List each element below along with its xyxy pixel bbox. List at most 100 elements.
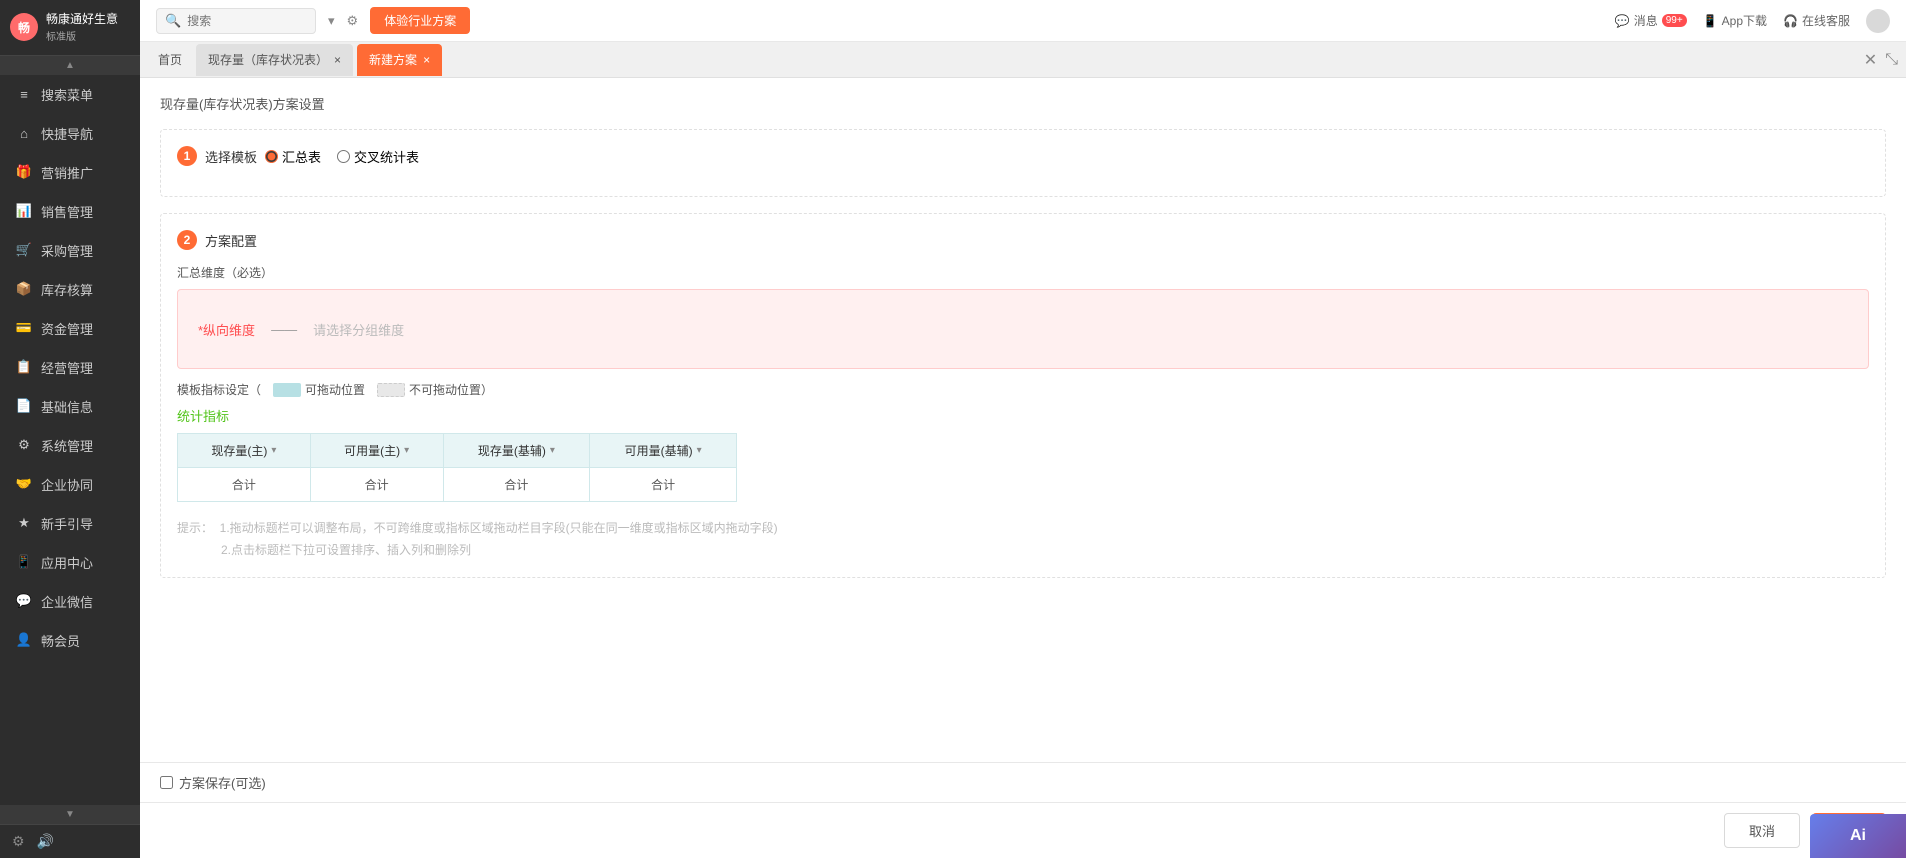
sidebar-item-newbie[interactable]: ★ 新手引导 — [0, 504, 140, 543]
star-icon: ★ — [15, 514, 33, 532]
save-checkbox-input[interactable] — [160, 776, 173, 789]
message-button[interactable]: 💬 消息 99+ — [1615, 12, 1687, 29]
sidebar-item-basic-info[interactable]: 📄 基础信息 — [0, 387, 140, 426]
sidebar-item-member[interactable]: 👤 畅会员 — [0, 621, 140, 660]
page-title: 现存量(库存状况表)方案设置 — [160, 94, 1886, 113]
draggable-color-swatch — [273, 383, 301, 397]
tab-home[interactable]: 首页 — [148, 44, 192, 76]
section2-num: 2 — [177, 230, 197, 250]
sidebar-item-label: 应用中心 — [41, 553, 93, 572]
sidebar-item-label: 企业微信 — [41, 592, 93, 611]
sidebar-scroll-up[interactable]: ▲ — [0, 56, 140, 75]
col-2-label: 可用量(主) — [344, 442, 400, 459]
sidebar-scroll-down[interactable]: ▼ — [0, 805, 140, 824]
speaker-icon[interactable]: 🔊 — [37, 833, 54, 850]
dropdown-icon[interactable]: ▾ — [328, 13, 335, 29]
cell-1-3: 合计 — [443, 468, 590, 502]
col-2-chevron[interactable]: ▾ — [404, 445, 409, 456]
sidebar-item-system[interactable]: ⚙ 系统管理 — [0, 426, 140, 465]
settings-icon[interactable]: ⚙ — [347, 13, 359, 29]
radio-cross-label: 交叉统计表 — [354, 147, 419, 166]
indicator-setting-label: 模板指标设定（ — [177, 381, 261, 398]
section1-title: 选择模板 — [205, 147, 257, 166]
save-option-label: 方案保存(可选) — [179, 773, 266, 792]
online-service-button[interactable]: 🎧 在线客服 — [1783, 12, 1850, 29]
sidebar-item-business[interactable]: 📋 经营管理 — [0, 348, 140, 387]
draggable-label: 可拖动位置 — [305, 381, 365, 398]
sidebar-item-search-menu[interactable]: ≡ 搜索菜单 — [0, 75, 140, 114]
section1-header: 1 选择模板 汇总表 交叉统计表 — [177, 146, 1869, 166]
radio-summary-input[interactable] — [265, 150, 278, 163]
non-draggable-label: 不可拖动位置） — [409, 381, 493, 398]
draggable-badge: 可拖动位置 — [273, 381, 365, 398]
radio-summary[interactable]: 汇总表 — [265, 147, 321, 166]
app-badge: 标准版 — [46, 28, 118, 43]
sidebar-item-label: 营销推广 — [41, 163, 93, 182]
col-1-chevron[interactable]: ▾ — [271, 445, 276, 456]
tab-new-plan-close-icon[interactable]: × — [423, 53, 430, 67]
non-draggable-color-swatch — [377, 383, 405, 397]
tab-new-plan[interactable]: 新建方案 × — [357, 44, 442, 76]
avatar[interactable] — [1866, 9, 1890, 33]
settings-footer-icon[interactable]: ⚙ — [12, 833, 25, 850]
sidebar-item-sales[interactable]: 📊 销售管理 — [0, 192, 140, 231]
app-download-button[interactable]: 📱 App下载 — [1703, 12, 1767, 29]
sidebar-item-label: 搜索菜单 — [41, 85, 93, 104]
close-tab-button[interactable]: ✕ — [1864, 50, 1877, 70]
dim-area[interactable]: *纵向维度 —— 请选择分组维度 — [177, 289, 1869, 369]
cancel-button[interactable]: 取消 — [1724, 813, 1800, 848]
sidebar-item-app-center[interactable]: 📱 应用中心 — [0, 543, 140, 582]
card-icon: 💳 — [15, 319, 33, 337]
message-icon: 💬 — [1615, 14, 1630, 28]
chat-icon: 💬 — [15, 592, 33, 610]
ai-fab-label: Ai — [1850, 827, 1866, 845]
stats-table: 现存量(主) ▾ 可用量(主) ▾ 现存量(基辅 — [177, 433, 737, 502]
sidebar: 畅 畅康通好生意 标准版 ▲ ≡ 搜索菜单 ⌂ 快捷导航 🎁 营销推广 📊 销售… — [0, 0, 140, 858]
col-3-chevron[interactable]: ▾ — [550, 445, 555, 456]
search-box[interactable]: 🔍 — [156, 8, 316, 34]
search-input[interactable] — [187, 14, 307, 28]
template-radio-group: 汇总表 交叉统计表 — [265, 147, 419, 166]
gift-icon: 🎁 — [15, 163, 33, 181]
radio-cross[interactable]: 交叉统计表 — [337, 147, 419, 166]
col-header-3[interactable]: 现存量(基辅) ▾ — [443, 434, 590, 468]
save-option-checkbox[interactable]: 方案保存(可选) — [160, 773, 266, 792]
app-download-label: App下载 — [1722, 12, 1767, 29]
col-4-chevron[interactable]: ▾ — [697, 445, 702, 456]
col-header-4[interactable]: 可用量(基辅) ▾ — [590, 434, 737, 468]
sidebar-item-label: 经营管理 — [41, 358, 93, 377]
home-icon: ⌂ — [15, 124, 33, 142]
online-service-label: 在线客服 — [1802, 12, 1850, 29]
section-config: 2 方案配置 汇总维度（必选） *纵向维度 —— 请选择分组维度 模板指标设定（… — [160, 213, 1886, 578]
ai-fab-button[interactable]: Ai — [1810, 814, 1906, 858]
sidebar-item-label: 系统管理 — [41, 436, 93, 455]
sidebar-item-enterprise[interactable]: 🤝 企业协同 — [0, 465, 140, 504]
col-header-1[interactable]: 现存量(主) ▾ — [178, 434, 311, 468]
tab-new-plan-label: 新建方案 — [369, 51, 417, 68]
tab-inventory-close-icon[interactable]: × — [334, 53, 341, 67]
sidebar-item-finance[interactable]: 💳 资金管理 — [0, 309, 140, 348]
sidebar-item-wechat[interactable]: 💬 企业微信 — [0, 582, 140, 621]
chart-icon: 📊 — [15, 202, 33, 220]
tab-inventory-status[interactable]: 现存量（库存状况表） × — [196, 44, 353, 76]
sidebar-item-quick-nav[interactable]: ⌂ 快捷导航 — [0, 114, 140, 153]
section-template: 1 选择模板 汇总表 交叉统计表 — [160, 129, 1886, 197]
dim-hint: 请选择分组维度 — [313, 320, 404, 339]
radio-cross-input[interactable] — [337, 150, 350, 163]
footer-area: 方案保存(可选) — [140, 762, 1906, 802]
tab-home-label: 首页 — [158, 51, 182, 68]
expand-tab-button[interactable]: ⤡ — [1885, 51, 1898, 69]
col-4-label: 可用量(基辅) — [625, 442, 693, 459]
clipboard-icon: 📋 — [15, 358, 33, 376]
doc-icon: 📄 — [15, 397, 33, 415]
tabbar-actions: ✕ ⤡ — [1864, 50, 1898, 70]
col-3-label: 现存量(基辅) — [478, 442, 546, 459]
sidebar-item-inventory[interactable]: 📦 库存核算 — [0, 270, 140, 309]
dim-arrow: —— — [271, 322, 297, 337]
headset-icon: 🎧 — [1783, 14, 1798, 28]
trial-industry-button[interactable]: 体验行业方案 — [370, 7, 470, 34]
sidebar-item-purchase[interactable]: 🛒 采购管理 — [0, 231, 140, 270]
handshake-icon: 🤝 — [15, 475, 33, 493]
col-header-2[interactable]: 可用量(主) ▾ — [310, 434, 443, 468]
sidebar-item-marketing[interactable]: 🎁 营销推广 — [0, 153, 140, 192]
